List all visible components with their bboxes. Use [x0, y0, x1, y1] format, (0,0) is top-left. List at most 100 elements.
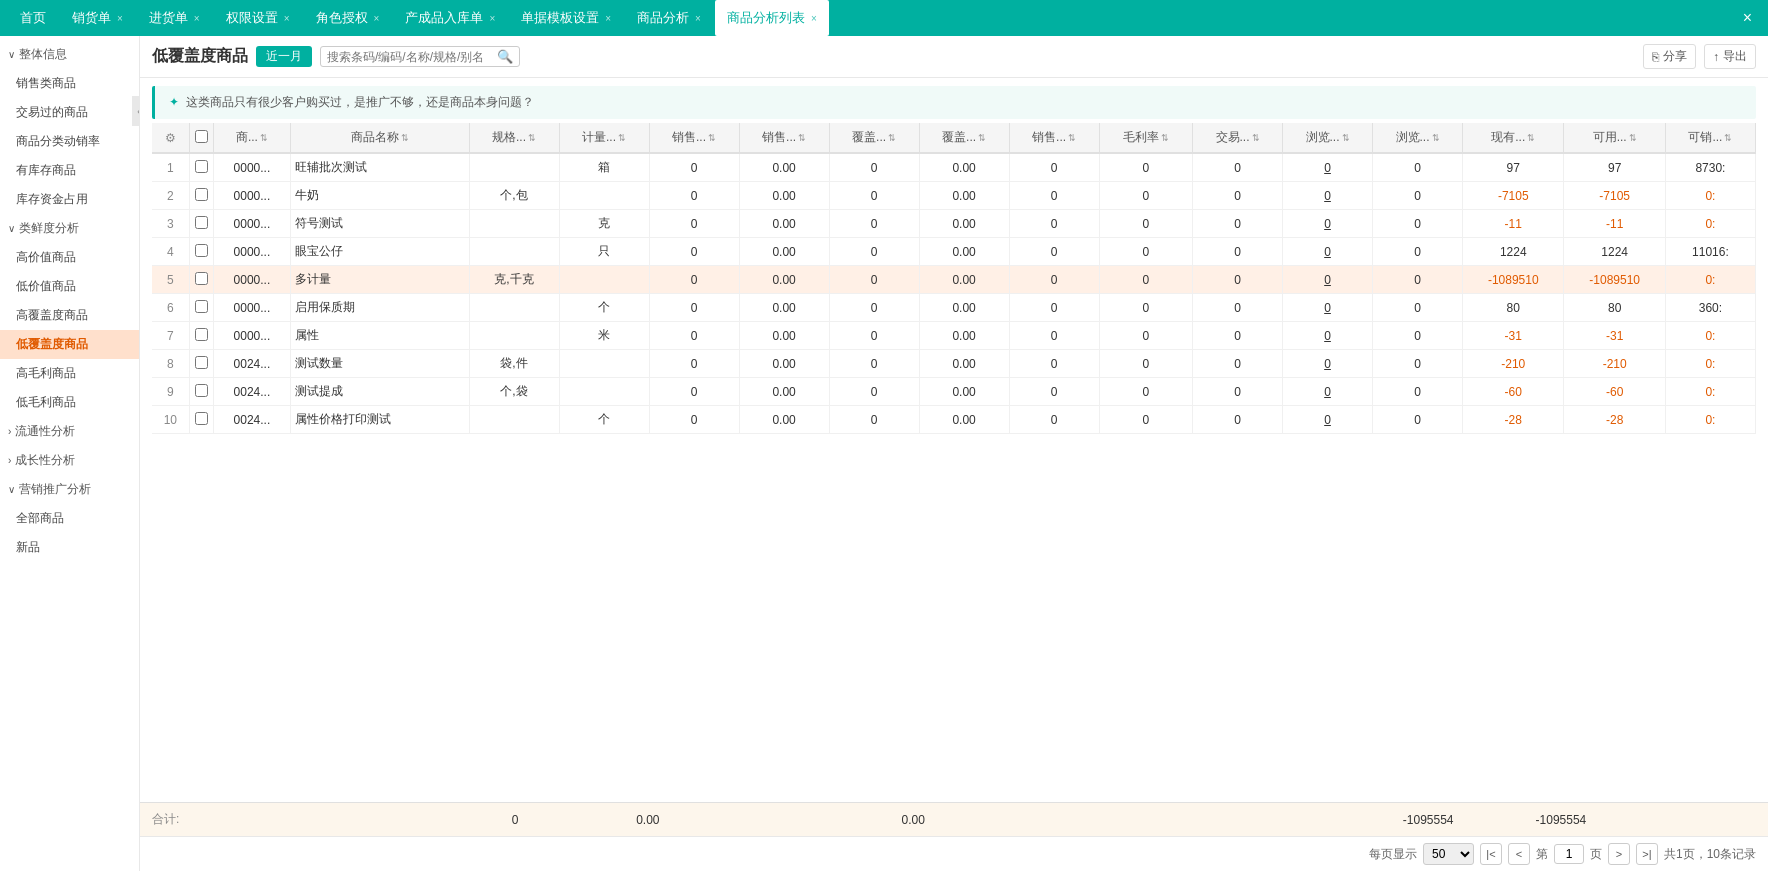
row-checkbox[interactable] — [195, 188, 208, 201]
th-trade[interactable]: 交易...⇅ — [1193, 123, 1283, 153]
th-unit[interactable]: 计量...⇅ — [559, 123, 649, 153]
th-sales-qty[interactable]: 销售...⇅ — [649, 123, 739, 153]
cell-view1[interactable]: 0 — [1283, 378, 1373, 406]
nav-close-product[interactable]: × — [489, 13, 495, 24]
select-all-checkbox[interactable] — [195, 130, 208, 143]
nav-analysis-list[interactable]: 商品分析列表 × — [715, 0, 829, 36]
cell-view2: 0 — [1373, 182, 1463, 210]
sidebar-item-all-goods[interactable]: 全部商品 — [0, 504, 139, 533]
row-checkbox[interactable] — [195, 160, 208, 173]
th-gross[interactable]: 毛利率⇅ — [1099, 123, 1192, 153]
sidebar-section-freshness[interactable]: ∨ 类鲜度分析 — [0, 214, 139, 243]
row-checkbox[interactable] — [195, 412, 208, 425]
th-sales-amt[interactable]: 销售...⇅ — [739, 123, 829, 153]
sidebar-section-growth[interactable]: › 成长性分析 — [0, 446, 139, 475]
nav-close-analysis-list[interactable]: × — [811, 13, 817, 24]
th-spec[interactable]: 规格...⇅ — [469, 123, 559, 153]
nav-close-permissions[interactable]: × — [284, 13, 290, 24]
row-checkbox[interactable] — [195, 216, 208, 229]
cell-view1[interactable]: 0 — [1283, 210, 1373, 238]
row-checkbox[interactable] — [195, 244, 208, 257]
nav-role-auth[interactable]: 角色授权 × — [304, 0, 392, 36]
th-view2[interactable]: 浏览...⇅ — [1373, 123, 1463, 153]
nav-close-all[interactable]: × — [1735, 9, 1760, 27]
page-input[interactable] — [1554, 844, 1584, 864]
cell-saleable: 0: — [1665, 322, 1755, 350]
next-page-btn[interactable]: > — [1608, 843, 1630, 865]
nav-product-entry[interactable]: 产成品入库单 × — [393, 0, 507, 36]
prev-page-btn[interactable]: < — [1508, 843, 1530, 865]
sidebar-item-high-coverage[interactable]: 高覆盖度商品 — [0, 301, 139, 330]
sidebar-item-sales-goods[interactable]: 销售类商品 — [0, 69, 139, 98]
th-current[interactable]: 现有...⇅ — [1463, 123, 1564, 153]
th-cover2[interactable]: 覆盖...⇅ — [919, 123, 1009, 153]
nav-sales-order[interactable]: 销货单 × — [60, 0, 135, 36]
th-saleable[interactable]: 可销...⇅ — [1665, 123, 1755, 153]
cell-view1[interactable]: 0 — [1283, 182, 1373, 210]
cell-view1[interactable]: 0 — [1283, 350, 1373, 378]
cell-sales3: 0 — [1009, 350, 1099, 378]
per-page-select[interactable]: 50 20 100 200 — [1423, 843, 1474, 865]
th-sales3[interactable]: 销售...⇅ — [1009, 123, 1099, 153]
sidebar-collapse-btn[interactable]: « — [132, 96, 140, 126]
sidebar-section-marketing[interactable]: ∨ 营销推广分析 — [0, 475, 139, 504]
export-button[interactable]: ↑ 导出 — [1704, 44, 1756, 69]
sidebar-item-low-margin[interactable]: 低毛利商品 — [0, 388, 139, 417]
sidebar-item-stock-goods[interactable]: 有库存商品 — [0, 156, 139, 185]
first-page-btn[interactable]: |< — [1480, 843, 1502, 865]
cell-view1[interactable]: 0 — [1283, 322, 1373, 350]
row-checkbox[interactable] — [195, 300, 208, 313]
sidebar-item-high-margin[interactable]: 高毛利商品 — [0, 359, 139, 388]
period-button[interactable]: 近一月 — [256, 46, 312, 67]
th-code[interactable]: 商...⇅ — [213, 123, 291, 153]
cell-view1[interactable]: 0 — [1283, 153, 1373, 182]
cell-available: 80 — [1564, 294, 1665, 322]
nav-close-sales[interactable]: × — [117, 13, 123, 24]
nav-close-purchase[interactable]: × — [194, 13, 200, 24]
th-view1[interactable]: 浏览...⇅ — [1283, 123, 1373, 153]
sidebar-item-category-rate[interactable]: 商品分类动销率 — [0, 127, 139, 156]
sidebar-section-circulation[interactable]: › 流通性分析 — [0, 417, 139, 446]
sidebar-section-overall[interactable]: ∨ 整体信息 — [0, 40, 139, 69]
export-icon: ↑ — [1713, 50, 1719, 64]
nav-close-role[interactable]: × — [374, 13, 380, 24]
nav-template-settings[interactable]: 单据模板设置 × — [509, 0, 623, 36]
th-settings[interactable]: ⚙ — [152, 123, 189, 153]
th-available[interactable]: 可用...⇅ — [1564, 123, 1665, 153]
cell-available: -31 — [1564, 322, 1665, 350]
cell-view1[interactable]: 0 — [1283, 406, 1373, 434]
cell-available: -11 — [1564, 210, 1665, 238]
share-button[interactable]: ⎘ 分享 — [1643, 44, 1696, 69]
search-input[interactable] — [327, 50, 497, 64]
row-checkbox[interactable] — [195, 356, 208, 369]
nav-close-analysis[interactable]: × — [695, 13, 701, 24]
share-icon: ⎘ — [1652, 50, 1659, 64]
sidebar-item-low-value[interactable]: 低价值商品 — [0, 272, 139, 301]
cell-view1[interactable]: 0 — [1283, 238, 1373, 266]
settings-icon[interactable]: ⚙ — [165, 131, 176, 145]
nav-permissions[interactable]: 权限设置 × — [214, 0, 302, 36]
cell-name: 启用保质期 — [291, 294, 469, 322]
sidebar-item-traded-goods[interactable]: 交易过的商品 — [0, 98, 139, 127]
footer-current: -1095554 — [1366, 813, 1491, 827]
last-page-btn[interactable]: >| — [1636, 843, 1658, 865]
nav-purchase[interactable]: 进货单 × — [137, 0, 212, 36]
cell-view1[interactable]: 0 — [1283, 266, 1373, 294]
sidebar-item-high-value[interactable]: 高价值商品 — [0, 243, 139, 272]
row-checkbox[interactable] — [195, 272, 208, 285]
cell-current: -7105 — [1463, 182, 1564, 210]
sidebar-item-low-coverage[interactable]: 低覆盖度商品 — [0, 330, 139, 359]
cell-view1[interactable]: 0 — [1283, 294, 1373, 322]
row-checkbox[interactable] — [195, 384, 208, 397]
cell-trade: 0 — [1193, 153, 1283, 182]
sidebar-item-new-goods[interactable]: 新品 — [0, 533, 139, 562]
search-box: 🔍 — [320, 46, 520, 67]
row-checkbox[interactable] — [195, 328, 208, 341]
search-icon[interactable]: 🔍 — [497, 49, 513, 64]
nav-home[interactable]: 首页 — [8, 0, 58, 36]
nav-product-analysis[interactable]: 商品分析 × — [625, 0, 713, 36]
th-cover1[interactable]: 覆盖...⇅ — [829, 123, 919, 153]
nav-close-template[interactable]: × — [605, 13, 611, 24]
th-name[interactable]: 商品名称⇅ — [291, 123, 469, 153]
sidebar-item-capital[interactable]: 库存资金占用 — [0, 185, 139, 214]
